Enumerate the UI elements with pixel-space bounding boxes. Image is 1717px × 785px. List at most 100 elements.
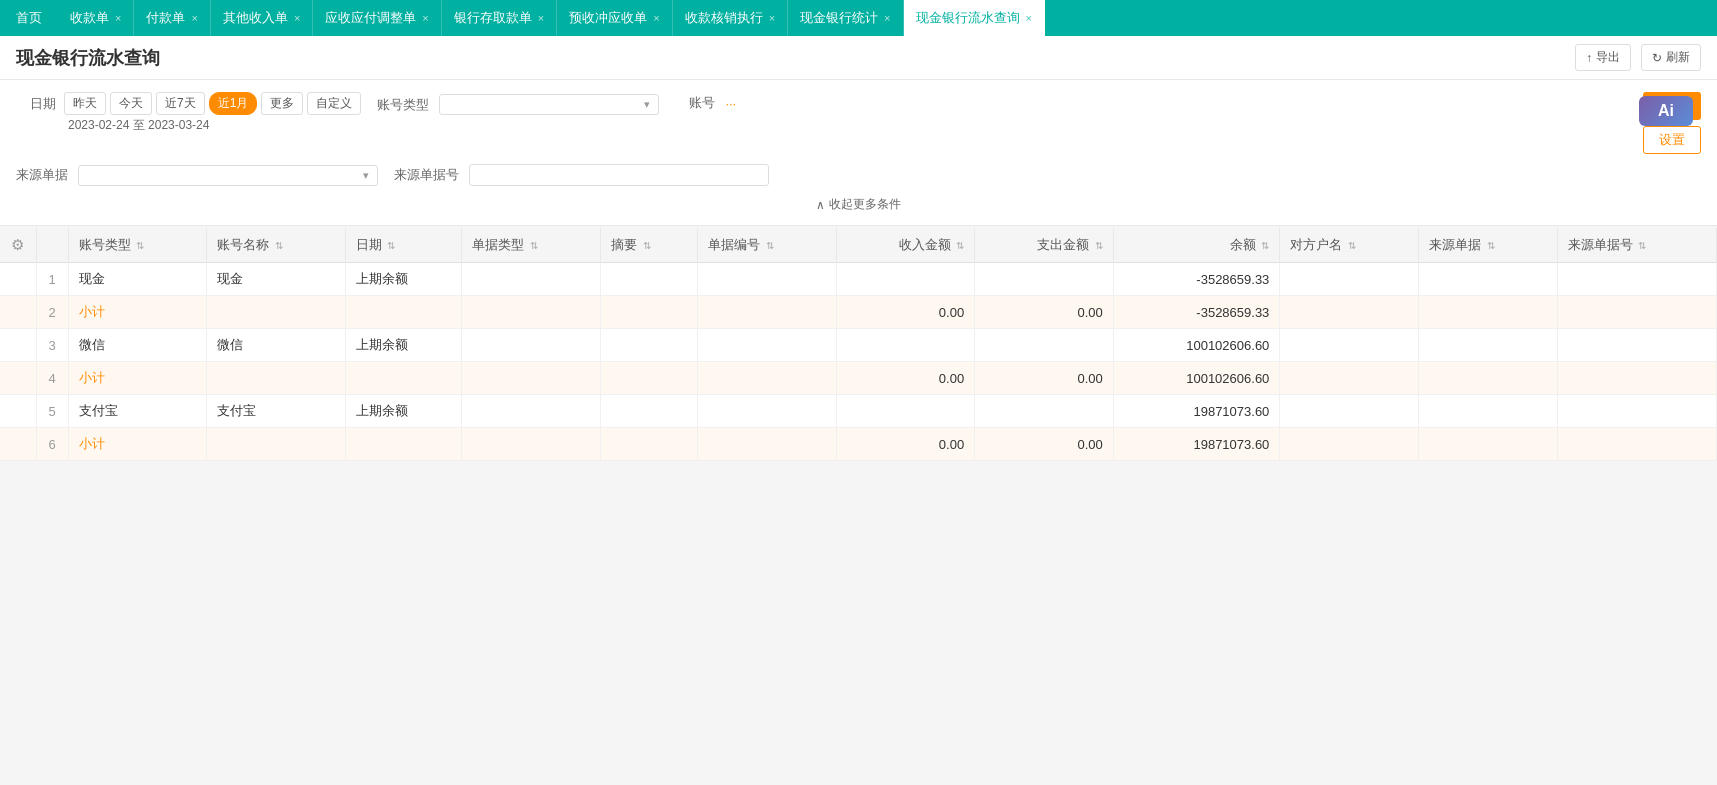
filter-area: 日期 昨天 今天 近7天 近1月 更多 自定义 2023-02-24 至 202… xyxy=(0,80,1717,226)
row-doc-type xyxy=(462,395,601,428)
row-balance: -3528659.33 xyxy=(1113,296,1280,329)
date-btn-custom[interactable]: 自定义 xyxy=(307,92,361,115)
row-account-name xyxy=(207,296,346,329)
top-nav: 首页 收款单 × 付款单 × 其他收入单 × 应收应付调整单 × 银行存取款单 … xyxy=(0,0,1717,36)
close-icon[interactable]: × xyxy=(538,12,544,24)
row-summary xyxy=(601,329,698,362)
row-counterparty xyxy=(1280,296,1419,329)
col-account-type[interactable]: 账号类型 ⇅ xyxy=(68,228,207,263)
date-btn-7days[interactable]: 近7天 xyxy=(156,92,205,115)
row-source-doc xyxy=(1418,362,1557,395)
settings-button[interactable]: 设置 xyxy=(1643,126,1701,154)
close-icon[interactable]: × xyxy=(191,12,197,24)
row-account-name: 微信 xyxy=(207,329,346,362)
col-counterparty[interactable]: 对方户名 ⇅ xyxy=(1280,228,1419,263)
account-type-select[interactable]: ▾ xyxy=(439,94,659,115)
source-doc-label: 来源单据 xyxy=(16,166,68,184)
nav-tab-收款单[interactable]: 收款单 × xyxy=(58,0,134,36)
ai-badge[interactable]: Ai xyxy=(1639,96,1693,126)
source-doc-select[interactable]: ▾ xyxy=(78,165,378,186)
row-source-doc-no xyxy=(1557,362,1716,395)
close-icon[interactable]: × xyxy=(1026,12,1032,24)
row-source-doc xyxy=(1418,296,1557,329)
row-doc-no xyxy=(698,395,837,428)
row-doc-no xyxy=(698,296,837,329)
row-num: 2 xyxy=(36,296,68,329)
col-expense[interactable]: 支出金额 ⇅ xyxy=(975,228,1114,263)
col-summary[interactable]: 摘要 ⇅ xyxy=(601,228,698,263)
row-expense: 0.00 xyxy=(975,362,1114,395)
chevron-down-icon: ▾ xyxy=(644,98,650,111)
row-date xyxy=(345,362,462,395)
row-account-name: 现金 xyxy=(207,263,346,296)
col-date[interactable]: 日期 ⇅ xyxy=(345,228,462,263)
row-balance: 19871073.60 xyxy=(1113,395,1280,428)
row-num: 1 xyxy=(36,263,68,296)
nav-tab-现金银行统计[interactable]: 现金银行统计 × xyxy=(788,0,903,36)
row-income xyxy=(836,395,975,428)
row-income xyxy=(836,263,975,296)
table-row: 6 小计 0.00 0.00 19871073.60 xyxy=(0,428,1717,461)
date-btn-today[interactable]: 今天 xyxy=(110,92,152,115)
gear-icon[interactable]: ⚙ xyxy=(11,236,24,253)
nav-tab-银行存取款单[interactable]: 银行存取款单 × xyxy=(442,0,557,36)
nav-tab-其他收入单[interactable]: 其他收入单 × xyxy=(211,0,313,36)
collapse-bar[interactable]: ∧ 收起更多条件 xyxy=(16,192,1701,217)
row-expense xyxy=(975,395,1114,428)
row-income xyxy=(836,329,975,362)
col-source-doc-no[interactable]: 来源单据号 ⇅ xyxy=(1557,228,1716,263)
col-doc-type[interactable]: 单据类型 ⇅ xyxy=(462,228,601,263)
close-icon[interactable]: × xyxy=(884,12,890,24)
close-icon[interactable]: × xyxy=(422,12,428,24)
row-num: 3 xyxy=(36,329,68,362)
col-balance[interactable]: 余额 ⇅ xyxy=(1113,228,1280,263)
date-btn-1month[interactable]: 近1月 xyxy=(209,92,258,115)
row-source-doc xyxy=(1418,395,1557,428)
col-doc-no[interactable]: 单据编号 ⇅ xyxy=(698,228,837,263)
account-dots[interactable]: ··· xyxy=(725,96,736,111)
sort-icon: ⇅ xyxy=(1348,240,1356,251)
close-icon[interactable]: × xyxy=(294,12,300,24)
source-doc-no-input[interactable] xyxy=(469,164,769,186)
row-account-type: 小计 xyxy=(68,362,207,395)
row-source-doc-no xyxy=(1557,428,1716,461)
close-icon[interactable]: × xyxy=(769,12,775,24)
refresh-button[interactable]: ↻ 刷新 xyxy=(1641,44,1701,71)
row-doc-no xyxy=(698,362,837,395)
date-btn-more[interactable]: 更多 xyxy=(261,92,303,115)
table-row: 4 小计 0.00 0.00 100102606.60 xyxy=(0,362,1717,395)
row-counterparty xyxy=(1280,329,1419,362)
row-num: 4 xyxy=(36,362,68,395)
sort-icon: ⇅ xyxy=(275,240,283,251)
row-account-type: 微信 xyxy=(68,329,207,362)
nav-tab-预收冲应收单[interactable]: 预收冲应收单 × xyxy=(557,0,672,36)
nav-tab-收款核销执行[interactable]: 收款核销执行 × xyxy=(673,0,788,36)
sort-icon: ⇅ xyxy=(1487,240,1495,251)
row-balance: -3528659.33 xyxy=(1113,263,1280,296)
row-balance: 19871073.60 xyxy=(1113,428,1280,461)
date-options: 昨天 今天 近7天 近1月 更多 自定义 xyxy=(64,92,361,115)
nav-tab-现金银行流水查询[interactable]: 现金银行流水查询 × xyxy=(904,0,1045,36)
row-account-type: 小计 xyxy=(68,296,207,329)
col-income[interactable]: 收入金额 ⇅ xyxy=(836,228,975,263)
header-actions: ↑ 导出 ↻ 刷新 xyxy=(1575,44,1701,71)
close-icon[interactable]: × xyxy=(653,12,659,24)
col-account-name[interactable]: 账号名称 ⇅ xyxy=(207,228,346,263)
col-source-doc[interactable]: 来源单据 ⇅ xyxy=(1418,228,1557,263)
date-label: 日期 xyxy=(16,95,56,113)
row-doc-type xyxy=(462,329,601,362)
export-button[interactable]: ↑ 导出 xyxy=(1575,44,1631,71)
col-settings: ⚙ xyxy=(0,228,36,263)
close-icon[interactable]: × xyxy=(115,12,121,24)
row-settings-cell xyxy=(0,362,36,395)
row-settings-cell xyxy=(0,329,36,362)
nav-tab-应收应付调整单[interactable]: 应收应付调整单 × xyxy=(313,0,441,36)
sort-icon: ⇅ xyxy=(643,240,651,251)
row-balance: 100102606.60 xyxy=(1113,362,1280,395)
row-summary xyxy=(601,428,698,461)
nav-tab-付款单[interactable]: 付款单 × xyxy=(134,0,210,36)
date-btn-yesterday[interactable]: 昨天 xyxy=(64,92,106,115)
nav-home[interactable]: 首页 xyxy=(0,0,58,36)
row-expense xyxy=(975,329,1114,362)
row-date: 上期余额 xyxy=(345,395,462,428)
